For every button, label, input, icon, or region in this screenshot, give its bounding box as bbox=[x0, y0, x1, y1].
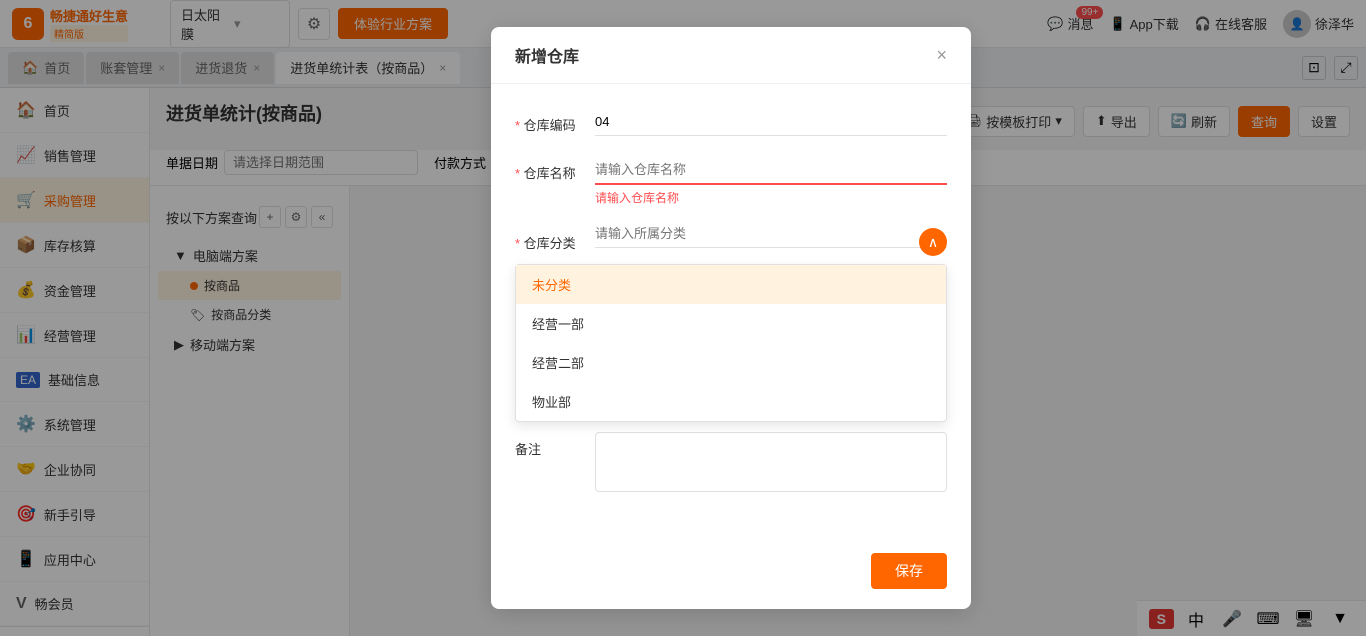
dropdown-item-dept1[interactable]: 经营一部 bbox=[516, 304, 946, 343]
note-control bbox=[595, 432, 947, 497]
name-control: 请输入仓库名称 bbox=[595, 156, 947, 206]
form-row-name: 仓库名称 请输入仓库名称 bbox=[515, 156, 947, 206]
modal-title: 新增仓库 bbox=[515, 43, 579, 67]
category-input[interactable] bbox=[595, 226, 947, 241]
form-row-category: 仓库分类 ∧ 未分类 经营一部 经营二部 物业部 bbox=[515, 226, 947, 252]
modal-body: 仓库编码 仓库名称 请输入仓库名称 仓库分类 ∧ 未分类 bbox=[491, 84, 971, 541]
form-row-code: 仓库编码 bbox=[515, 108, 947, 136]
warehouse-code-input[interactable] bbox=[595, 108, 947, 136]
modal-footer: 保存 bbox=[491, 541, 971, 609]
code-control bbox=[595, 108, 947, 136]
name-label: 仓库名称 bbox=[515, 156, 595, 182]
category-dropdown-list: 未分类 经营一部 经营二部 物业部 bbox=[515, 264, 947, 422]
modal-header: 新增仓库 × bbox=[491, 27, 971, 84]
category-selector[interactable]: ∧ bbox=[595, 226, 947, 248]
name-error-msg: 请输入仓库名称 bbox=[595, 189, 947, 206]
dropdown-item-uncategorized[interactable]: 未分类 bbox=[516, 265, 946, 304]
note-textarea[interactable] bbox=[595, 432, 947, 492]
category-control: ∧ 未分类 经营一部 经营二部 物业部 bbox=[595, 226, 947, 248]
save-button[interactable]: 保存 bbox=[871, 553, 947, 589]
dropdown-item-dept3[interactable]: 物业部 bbox=[516, 382, 946, 421]
chevron-up-icon[interactable]: ∧ bbox=[919, 228, 947, 256]
form-row-note: 备注 bbox=[515, 432, 947, 497]
modal-close-button[interactable]: × bbox=[936, 45, 947, 66]
warehouse-name-input[interactable] bbox=[595, 156, 947, 185]
code-label: 仓库编码 bbox=[515, 108, 595, 134]
dropdown-item-dept2[interactable]: 经营二部 bbox=[516, 343, 946, 382]
category-label: 仓库分类 bbox=[515, 226, 595, 252]
modal-new-warehouse: 新增仓库 × 仓库编码 仓库名称 请输入仓库名称 仓库分类 ∧ bbox=[491, 27, 971, 609]
note-label: 备注 bbox=[515, 432, 595, 458]
